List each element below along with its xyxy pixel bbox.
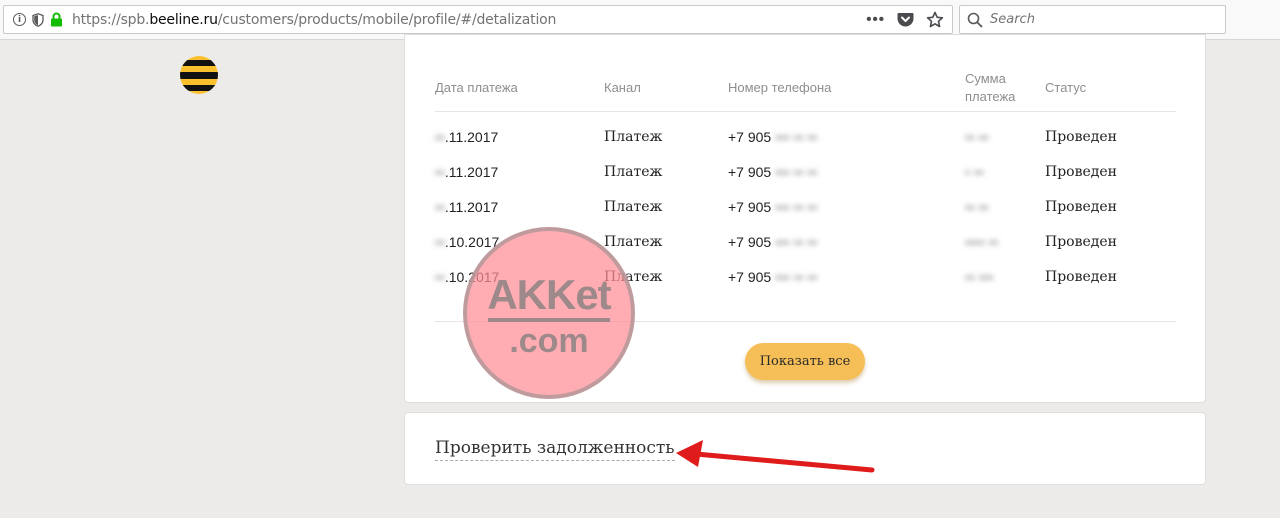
annotation-arrow-icon xyxy=(676,440,875,473)
masked-amount: •••• •• xyxy=(965,233,999,250)
tracking-shield-icon[interactable] xyxy=(32,12,44,27)
column-header-phone: Номер телефона xyxy=(728,79,832,95)
watermark-underline xyxy=(488,317,610,322)
payment-amount: •••• •• xyxy=(965,224,1045,259)
masked-phone: ••• •• •• xyxy=(775,163,818,180)
masked-day: •• xyxy=(435,268,445,285)
table-header-row: Дата платежа Канал Номер телефона Сумма п… xyxy=(435,65,1176,111)
payment-channel: Платеж xyxy=(604,198,663,215)
logo-stripe xyxy=(180,85,218,91)
payment-status: Проведен xyxy=(1045,268,1118,285)
payment-channel: Платеж xyxy=(604,128,663,145)
masked-amount: •• •• xyxy=(965,128,989,145)
lock-icon[interactable] xyxy=(50,12,63,27)
payment-amount: • •• xyxy=(965,154,1045,189)
url-bar[interactable]: i https://spb.beeline.ru/customers/produ… xyxy=(3,5,953,34)
payment-status: Проведен xyxy=(1045,128,1118,145)
column-header-channel: Канал xyxy=(604,79,641,95)
table-row: ••.11.2017 Платеж +7 905 ••• •• •• •• •• Про… xyxy=(435,189,1176,224)
column-header-date: Дата платежа xyxy=(435,79,518,95)
table-row: ••.11.2017 Платеж +7 905 ••• •• •• • •• Пров… xyxy=(435,154,1176,189)
payment-status: Проведен xyxy=(1045,163,1118,180)
watermark-text-bottom: .com xyxy=(509,321,589,360)
search-icon xyxy=(967,12,983,28)
payment-status: Проведен xyxy=(1045,198,1118,215)
payment-date: ••.11.2017 xyxy=(435,163,499,180)
masked-phone: ••• •• •• xyxy=(775,233,818,250)
bookmark-star-icon[interactable] xyxy=(926,11,944,29)
logo-stripe xyxy=(180,72,218,79)
beeline-logo[interactable] xyxy=(180,56,218,94)
masked-amount: • •• xyxy=(965,163,984,180)
watermark: AKKet .com xyxy=(463,227,635,399)
payment-phone: +7 905 ••• •• •• xyxy=(728,163,818,180)
payment-amount: •• •• xyxy=(965,111,1045,154)
masked-phone: ••• •• •• xyxy=(775,268,818,285)
logo-stripe xyxy=(180,60,218,66)
column-header-status: Статус xyxy=(1045,79,1087,95)
table-row: ••.11.2017 Платеж +7 905 ••• •• •• •• •• Про… xyxy=(435,111,1176,154)
payment-amount: •• •• xyxy=(965,189,1045,224)
info-icon[interactable]: i xyxy=(13,13,26,26)
masked-phone: ••• •• •• xyxy=(775,128,818,145)
masked-day: •• xyxy=(435,233,445,250)
payment-phone: +7 905 ••• •• •• xyxy=(728,268,818,285)
show-all-button[interactable]: Показать все xyxy=(745,343,865,380)
url-text[interactable]: https://spb.beeline.ru/customers/product… xyxy=(72,12,556,28)
payment-date: ••.11.2017 xyxy=(435,198,499,215)
payment-phone: +7 905 ••• •• •• xyxy=(728,198,818,215)
payment-phone: +7 905 ••• •• •• xyxy=(728,233,818,250)
check-debt-link[interactable]: Проверить задолженность xyxy=(435,438,675,461)
payment-channel: Платеж xyxy=(604,163,663,180)
payment-status: Проведен xyxy=(1045,233,1118,250)
payment-amount: •• ••• xyxy=(965,259,1045,294)
payment-phone: +7 905 ••• •• •• xyxy=(728,128,818,145)
masked-day: •• xyxy=(435,198,445,215)
masked-amount: •• •• xyxy=(965,198,989,215)
masked-amount: •• ••• xyxy=(965,268,994,285)
masked-day: •• xyxy=(435,163,445,180)
pocket-icon[interactable] xyxy=(897,12,914,27)
watermark-text-top: AKKet xyxy=(487,270,611,318)
payment-channel: Платеж xyxy=(604,233,663,250)
masked-phone: ••• •• •• xyxy=(775,198,818,215)
column-header-amount: Сумма платежа xyxy=(965,70,1016,104)
masked-day: •• xyxy=(435,128,445,145)
search-input[interactable] xyxy=(990,12,1210,27)
page-actions-icon[interactable]: ••• xyxy=(866,11,885,28)
payment-date: ••.11.2017 xyxy=(435,128,499,145)
search-bar[interactable] xyxy=(959,5,1226,34)
